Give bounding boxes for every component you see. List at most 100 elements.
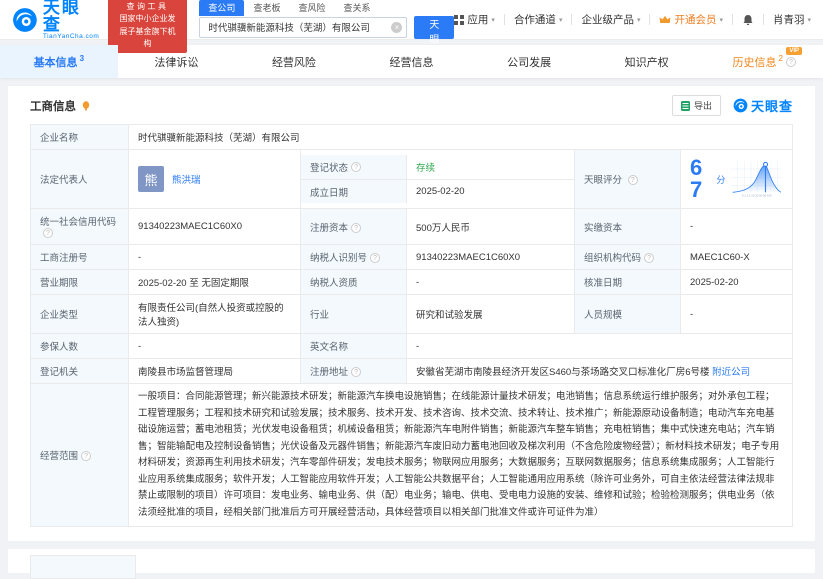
search-button[interactable]: 天眼一下 (414, 15, 455, 76)
table-row: 企业类型 有限责任公司(自然人投资或控股的法人独资) 行业 研究和试验发展 人员… (30, 294, 793, 334)
help-icon[interactable]: ? (351, 222, 362, 233)
tab-company-development[interactable]: 公司发展 (470, 45, 588, 78)
company-type-value: 有限责任公司(自然人投资或控股的法人独资) (128, 294, 301, 334)
nav-vip[interactable]: 开通会员 ▾ (659, 12, 723, 27)
search-tab-boss[interactable]: 查老板 (244, 0, 289, 16)
staff-size-label: 人员规模 (574, 294, 681, 334)
brand-domain: TianYanCha.com (42, 32, 100, 40)
nav-apps[interactable]: 应用 ▾ (454, 12, 495, 27)
divider (762, 14, 764, 25)
taxpayer-id-value: 91340223MAEC1C60X0 (406, 244, 575, 270)
table-row: 登记机关 南陵县市场监督管理局 注册地址? 安徽省芜湖市南陵县经济开发区S460… (30, 358, 793, 384)
search-input[interactable] (199, 16, 408, 38)
app-grid-icon (454, 14, 465, 25)
registration-info-table: 企业名称 时代骐骥新能源科技（芜湖）有限公司 法定代表人 熊 熊洪瑞 登记状态 … (30, 124, 793, 527)
score-unit: 分 (716, 174, 726, 185)
table-row: 登记状态 ? 存续 (301, 155, 574, 179)
english-name-label: 英文名称 (300, 333, 407, 359)
org-code-label: 组织机构代码? (574, 244, 681, 270)
help-icon[interactable]: ? (351, 367, 362, 377)
taxpayer-qualification-value: - (406, 269, 575, 295)
score-distribution-chart: 0 1 2 5 10 20 50 90 100 (731, 160, 782, 197)
tab-basic-info[interactable]: 基本信息 3 (0, 45, 118, 78)
search-tabs: 查公司 查老板 查风险 查关系 (199, 0, 454, 16)
tyc-score[interactable]: 67 分 0 1 2 5 10 20 50 90 100 (690, 155, 783, 203)
company-tab-bar: 基本信息 3 法律诉讼 经营风险 经营信息 公司发展 知识产权 VIP 历史信息… (0, 45, 823, 78)
username: 肖青羽 (772, 14, 805, 26)
table-row: 工商注册号 - 纳税人识别号? 91340223MAEC1C60X0 组织机构代… (30, 244, 793, 270)
tyc-score-label: 天眼评分 ? (574, 149, 681, 209)
divider (503, 14, 505, 25)
reg-status-label: 登记状态 ? (301, 155, 407, 179)
tab-legal[interactable]: 法律诉讼 (118, 45, 236, 78)
help-icon[interactable]: ? (644, 253, 655, 263)
tab-operating-risk[interactable]: 经营风险 (235, 45, 353, 78)
table-row: 参保人数 - 英文名称 - (30, 333, 793, 359)
insured-count-value: - (128, 333, 301, 359)
clear-icon[interactable]: × (391, 21, 403, 33)
reg-capital-label: 注册资本? (300, 208, 407, 245)
bell-icon (743, 14, 753, 25)
watermark-logo: 天眼查 (733, 96, 793, 115)
tianyancha-logo[interactable]: 天眼查 TianYanCha.com (12, 0, 100, 40)
nearby-companies-link[interactable]: 附近公司 (712, 367, 750, 378)
top-header: 天眼查 TianYanCha.com 都在用的商业查询工具 国家中小企业发展子基… (0, 0, 823, 76)
reg-number-value: - (128, 244, 301, 270)
tab-history-info[interactable]: VIP 历史信息 2 ? (705, 45, 823, 78)
industry-value: 研究和试验发展 (406, 294, 575, 334)
help-icon[interactable]: ? (627, 175, 638, 185)
staff-size-value: - (680, 294, 793, 334)
tab-count: 3 (79, 54, 85, 63)
est-date-label: 成立日期 (301, 180, 407, 203)
business-scope-label: 经营范围? (30, 383, 129, 527)
reg-status-value: 存续 (416, 163, 436, 174)
reg-address-value: 安徽省芜湖市南陵县经济开发区S460与茶场路交叉口标准化厂房6号楼 (416, 367, 710, 378)
reg-address-cell: 安徽省芜湖市南陵县经济开发区S460与茶场路交叉口标准化厂房6号楼 附近公司 (406, 358, 793, 384)
help-icon[interactable]: ? (81, 451, 92, 461)
next-section-label-cell (30, 555, 136, 579)
search-tab-relation[interactable]: 查关系 (334, 0, 379, 16)
help-icon[interactable]: ? (43, 228, 53, 238)
approval-date-value: 2025-02-20 (680, 269, 793, 295)
company-name-value: 时代骐骥新能源科技（芜湖）有限公司 (128, 124, 793, 150)
legal-rep-link[interactable]: 熊洪瑞 (172, 172, 201, 186)
help-icon[interactable]: ? (370, 253, 381, 263)
export-button[interactable]: 导出 (671, 95, 721, 116)
score-axis-ticks: 0 1 2 5 10 20 50 90 100 (742, 193, 772, 197)
taxpayer-id-label: 纳税人识别号? (300, 244, 407, 270)
table-row: 经营范围? 一般项目：合同能源管理；新兴能源技术研发；新能源汽车换电设施销售；在… (30, 383, 793, 527)
business-scope-value: 一般项目：合同能源管理；新兴能源技术研发；新能源汽车换电设施销售；在线能源计量技… (128, 383, 793, 527)
industry-label: 行业 (300, 294, 407, 334)
user-menu[interactable]: 肖青羽 ▾ (773, 12, 811, 27)
reg-address-label: 注册地址? (300, 358, 407, 384)
legal-rep-label: 法定代表人 (30, 149, 129, 209)
chevron-down-icon: ▾ (807, 16, 811, 24)
business-term-value: 2025-02-20 至 无固定期限 (128, 269, 301, 295)
announcement-icon (82, 100, 90, 111)
reg-authority-value: 南陵县市场监督管理局 (128, 358, 301, 384)
company-type-label: 企业类型 (30, 294, 129, 334)
search-tab-risk[interactable]: 查风险 (289, 0, 334, 16)
help-icon: ? (785, 56, 796, 67)
nav-partner[interactable]: 合作通道 ▾ (514, 12, 563, 27)
divider (571, 14, 573, 25)
table-row: 企业名称 时代骐骥新能源科技（芜湖）有限公司 (30, 124, 793, 150)
approval-date-label: 核准日期 (574, 269, 681, 295)
nav-enterprise[interactable]: 企业级产品 ▾ (581, 12, 640, 27)
brand-name: 天眼查 (42, 0, 81, 34)
paid-capital-label: 实缴资本 (574, 208, 681, 245)
notification-bell[interactable] (742, 14, 754, 26)
tab-intellectual-property[interactable]: 知识产权 (588, 45, 706, 78)
paid-capital-value: - (680, 208, 793, 245)
header-nav: 应用 ▾ 合作通道 ▾ 企业级产品 ▾ 开通会员 ▾ 肖青羽 ▾ (454, 12, 811, 27)
avatar[interactable]: 熊 (138, 166, 164, 192)
tab-business-info[interactable]: 经营信息 (353, 45, 471, 78)
eye-logo-icon (13, 7, 37, 32)
help-icon[interactable]: ? (351, 162, 362, 172)
est-date-value: 2025-02-20 (416, 186, 465, 197)
search-tab-company[interactable]: 查公司 (199, 0, 245, 16)
reg-number-label: 工商注册号 (30, 244, 129, 270)
divider (649, 14, 651, 25)
insured-count-label: 参保人数 (30, 333, 129, 359)
table-row: 法定代表人 熊 熊洪瑞 登记状态 ? 存续 成立日期 2025-02-20 天眼… (30, 149, 793, 209)
